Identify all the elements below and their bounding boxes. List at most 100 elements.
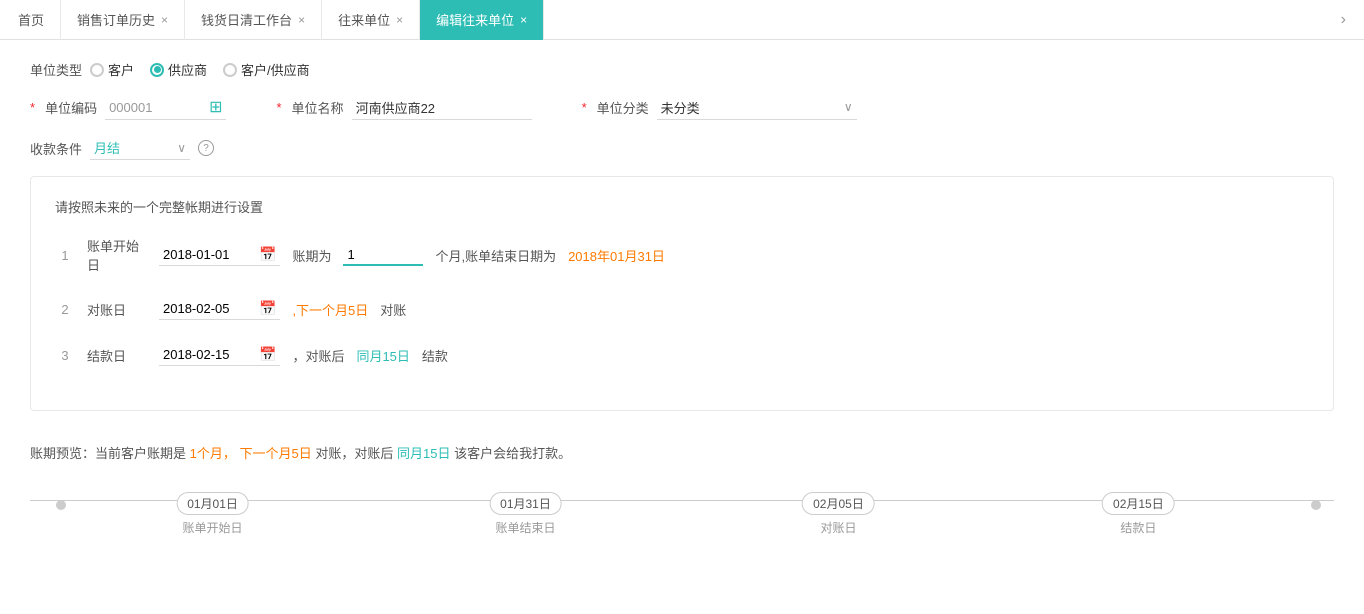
tab-cash-ledger[interactable]: 钱货日清工作台 × <box>185 0 322 40</box>
row-1-num: 1 <box>55 248 75 263</box>
bill-end-badge: 01月31日 <box>489 492 562 515</box>
setting-row-3: 3 结款日 📅 ，对账后 同月15日 结款 <box>55 344 1309 366</box>
row-3-num: 3 <box>55 348 75 363</box>
unit-category-required: * <box>582 100 587 115</box>
payment-terms-help-icon[interactable]: ? <box>198 140 214 156</box>
setting-row-2: 2 对账日 📅 ,下一个月5日 对账 <box>55 298 1309 320</box>
row-3-calendar-icon[interactable]: 📅 <box>259 346 276 363</box>
preview-part3: 对账，对账后 <box>315 446 393 461</box>
unit-name-input[interactable] <box>352 96 532 120</box>
timeline-point-bill-start: 01月01日 账单开始日 <box>176 492 249 536</box>
unit-name-label: 单位名称 <box>292 98 344 117</box>
tab-partner-unit[interactable]: 往来单位 × <box>322 0 420 40</box>
unit-name-group: * 单位名称 <box>276 96 531 120</box>
tab-partner-unit-close[interactable]: × <box>396 14 403 26</box>
row-2-label: 对账日 <box>87 300 147 319</box>
payment-label: 结款日 <box>1120 519 1156 536</box>
tab-cash-ledger-label: 钱货日清工作台 <box>201 10 292 29</box>
radio-supplier[interactable]: 供应商 <box>150 60 207 79</box>
radio-supplier-circle <box>150 63 164 77</box>
row-2-date-field[interactable] <box>163 301 253 316</box>
setting-row-1: 1 账单开始日 📅 账期为 个月,账单结束日期为 2018年01月31日 <box>55 236 1309 274</box>
row-1-period-input[interactable] <box>343 245 423 266</box>
preview-part4: 同月15日 <box>397 446 450 461</box>
tab-partner-unit-label: 往来单位 <box>338 10 390 29</box>
unit-type-row: 单位类型 客户 供应商 客户/供应商 <box>30 60 1334 79</box>
timeline-point-payment: 02月15日 结款日 <box>1102 492 1175 536</box>
tab-home-label: 首页 <box>18 10 44 29</box>
unit-code-label: 单位编码 <box>45 98 97 117</box>
tab-edit-partner-unit[interactable]: 编辑往来单位 × <box>420 0 544 40</box>
bill-start-label: 账单开始日 <box>183 519 243 536</box>
tab-edit-partner-unit-close[interactable]: × <box>520 14 527 26</box>
row-2-num: 2 <box>55 302 75 317</box>
settings-card-title: 请按照未来的一个完整帐期进行设置 <box>55 197 1309 216</box>
tab-edit-partner-unit-label: 编辑往来单位 <box>436 10 514 29</box>
tab-sales-order-close[interactable]: × <box>161 14 168 26</box>
preview-part1: 1个月， <box>190 446 236 461</box>
row-3-suffix: 结款 <box>422 346 448 365</box>
tab-bar: 首页 销售订单历史 × 钱货日清工作台 × 往来单位 × 编辑往来单位 × › <box>0 0 1364 40</box>
unit-category-chevron-icon: ∨ <box>844 100 853 114</box>
radio-customer-circle <box>90 63 104 77</box>
payment-terms-label: 收款条件 <box>30 139 82 158</box>
payment-terms-select[interactable]: 月结 ∨ <box>90 136 190 160</box>
row-1-label: 账单开始日 <box>87 236 147 274</box>
preview-text: 账期预览：当前客户账期是 1个月， 下一个月5日 对账，对账后 同月15日 该客… <box>30 443 1334 462</box>
radio-customer-label: 客户 <box>108 60 134 79</box>
timeline-container: 01月01日 账单开始日 01月31日 账单结束日 02月05日 对账日 02月… <box>30 482 1334 582</box>
unit-category-label: 单位分类 <box>597 98 649 117</box>
row-1-suffix-after: 个月,账单结束日期为 <box>435 246 556 265</box>
row-3-date-field[interactable] <box>163 347 253 362</box>
row-2-calendar-icon[interactable]: 📅 <box>259 300 276 317</box>
tab-sales-order[interactable]: 销售订单历史 × <box>61 0 185 40</box>
preview-section: 账期预览：当前客户账期是 1个月， 下一个月5日 对账，对账后 同月15日 该客… <box>30 427 1334 594</box>
unit-code-group: * 单位编码 ⊞ <box>30 95 226 120</box>
preview-part5: 该客户会给我打款。 <box>454 446 571 461</box>
payment-terms-group: 收款条件 月结 ∨ ? <box>30 136 214 160</box>
end-dot <box>1311 500 1321 510</box>
bill-start-badge: 01月01日 <box>176 492 249 515</box>
unit-code-required: * <box>30 100 35 115</box>
payment-badge: 02月15日 <box>1102 492 1175 515</box>
timeline-points: 01月01日 账单开始日 01月31日 账单结束日 02月05日 对账日 02月… <box>30 492 1334 552</box>
unit-category-select[interactable]: 未分类 ∨ <box>657 96 857 120</box>
page-content: 单位类型 客户 供应商 客户/供应商 * 单位编码 <box>0 40 1364 614</box>
unit-code-icon[interactable]: ⊞ <box>209 97 222 117</box>
row-3-date-input: 📅 <box>159 344 280 366</box>
radio-group-unit-type: 客户 供应商 客户/供应商 <box>90 60 310 79</box>
payment-terms-row: 收款条件 月结 ∨ ? <box>30 136 1334 160</box>
tab-home[interactable]: 首页 <box>8 0 61 40</box>
unit-code-input-wrapper: ⊞ <box>105 95 226 120</box>
bill-end-label: 账单结束日 <box>496 519 556 536</box>
preview-part2: 下一个月5日 <box>240 446 312 461</box>
unit-type-group: 单位类型 客户 供应商 客户/供应商 <box>30 60 310 79</box>
reconcile-badge: 02月05日 <box>802 492 875 515</box>
row-3-label: 结款日 <box>87 346 147 365</box>
tab-sales-order-label: 销售订单历史 <box>77 10 155 29</box>
radio-customer[interactable]: 客户 <box>90 60 134 79</box>
tab-expand-icon[interactable]: › <box>1331 11 1356 29</box>
timeline-end-dot <box>1311 500 1321 516</box>
row-1-calendar-icon[interactable]: 📅 <box>259 246 276 263</box>
timeline-point-bill-end: 01月31日 账单结束日 <box>489 492 562 536</box>
unit-code-input[interactable] <box>109 100 209 115</box>
row-2-suffix: 对账 <box>380 300 406 319</box>
tab-cash-ledger-close[interactable]: × <box>298 14 305 26</box>
unit-name-required: * <box>276 100 281 115</box>
timeline-point-reconcile: 02月05日 对账日 <box>802 492 875 536</box>
unit-category-group: * 单位分类 未分类 ∨ <box>582 96 857 120</box>
radio-both-label: 客户/供应商 <box>241 60 310 79</box>
reconcile-label: 对账日 <box>820 519 856 536</box>
row-1-date-field[interactable] <box>163 247 253 262</box>
start-dot <box>56 500 66 510</box>
preview-label: 账期预览：当前客户账期是 <box>30 446 186 461</box>
radio-both[interactable]: 客户/供应商 <box>223 60 310 79</box>
unit-info-row: * 单位编码 ⊞ * 单位名称 * 单位分类 未分类 ∨ <box>30 95 1334 120</box>
unit-category-value: 未分类 <box>661 98 840 117</box>
timeline-start-dot <box>56 500 66 516</box>
row-2-date-input: 📅 <box>159 298 280 320</box>
row-1-highlight-date: 2018年01月31日 <box>568 246 665 265</box>
row-1-suffix-before: 账期为 <box>292 246 331 265</box>
row-1-date-input: 📅 <box>159 244 280 266</box>
